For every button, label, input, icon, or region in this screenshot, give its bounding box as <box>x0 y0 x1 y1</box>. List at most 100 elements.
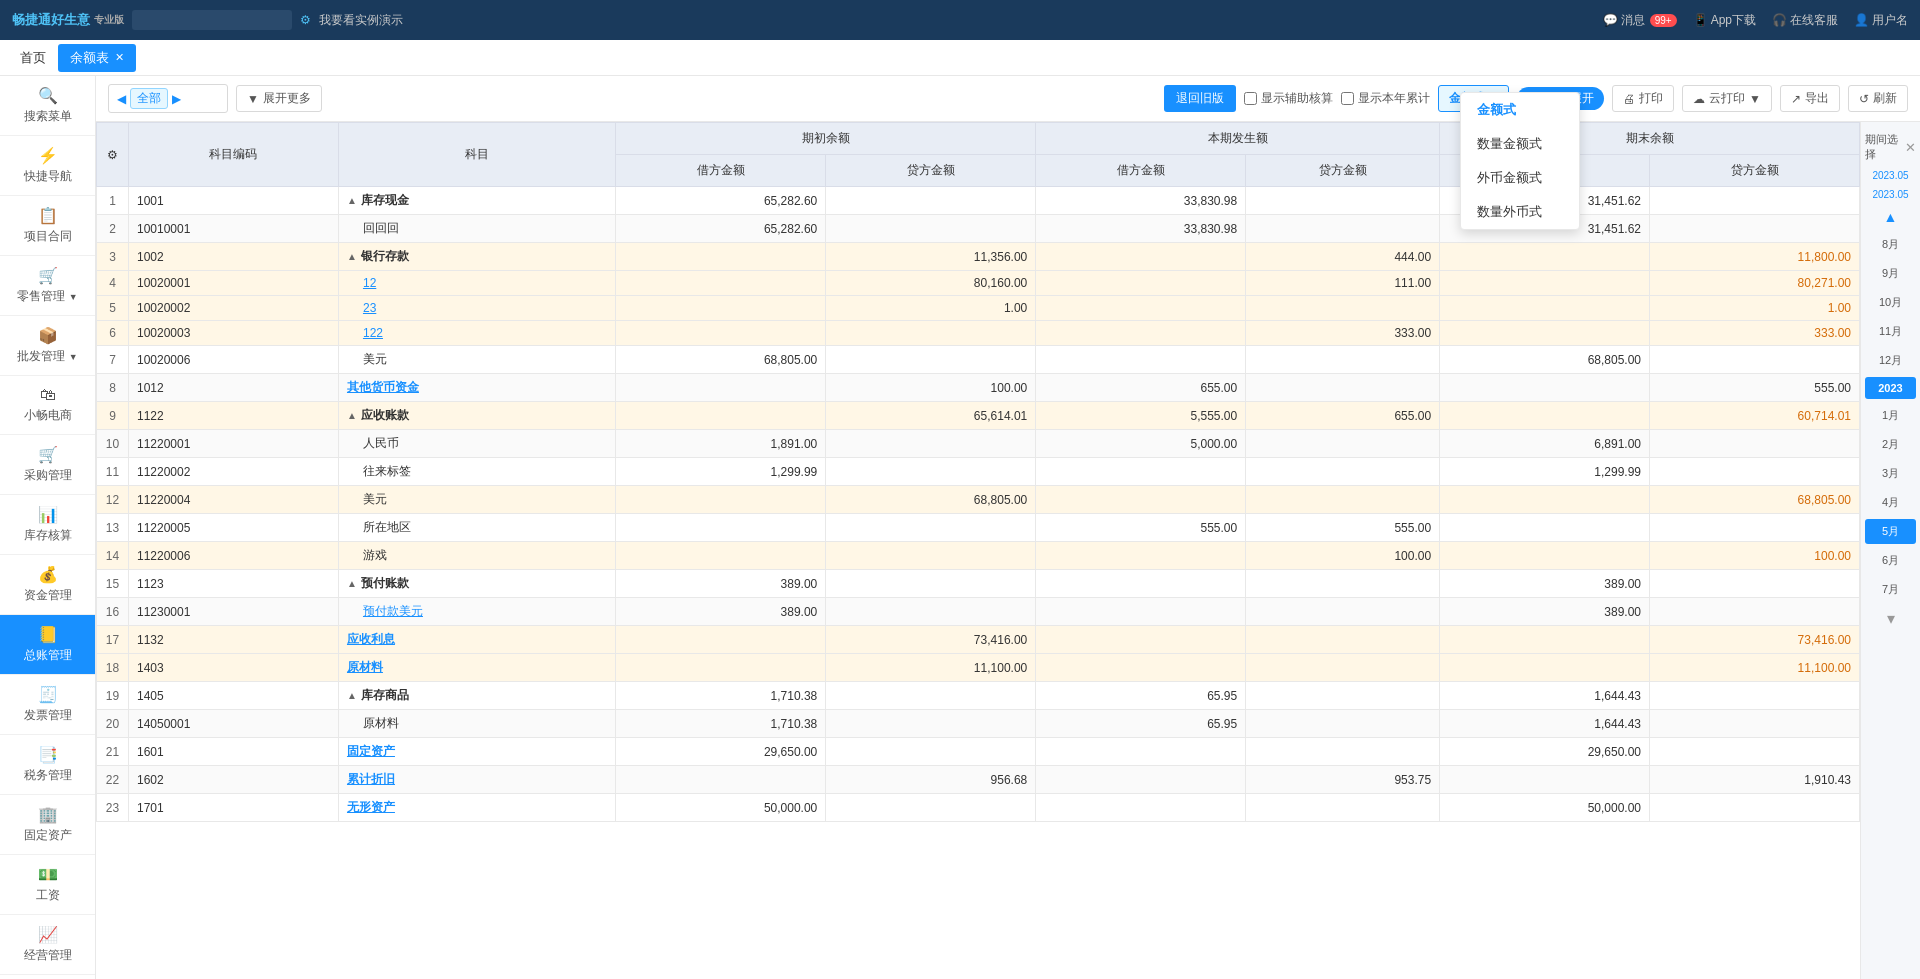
refresh-btn[interactable]: ↺ 刷新 <box>1848 85 1908 112</box>
row-period-debit: 555.00 <box>1036 514 1246 542</box>
row-account-name[interactable]: 其他货币资金 <box>338 374 615 402</box>
row-account-code: 11230001 <box>129 598 339 626</box>
period-jul[interactable]: 7月 <box>1865 577 1916 602</box>
row-opening-debit <box>616 626 826 654</box>
row-account-name[interactable]: 12 <box>338 271 615 296</box>
sidebar-item-expense[interactable]: 🧳 小畅报销 <box>0 975 95 979</box>
row-account-name[interactable]: 原材料 <box>338 654 615 682</box>
sidebar-item-ledger[interactable]: 📒 总账管理 <box>0 615 95 675</box>
period-up-arrow[interactable]: ▲ <box>1865 206 1916 228</box>
top-bar-search[interactable] <box>132 10 292 30</box>
ytd-checkbox[interactable] <box>1341 92 1354 105</box>
print-label: 打印 <box>1639 90 1663 107</box>
row-account-name[interactable]: 无形资产 <box>338 794 615 822</box>
online-service-btn[interactable]: 🎧 在线客服 <box>1772 12 1838 29</box>
period-sep[interactable]: 9月 <box>1865 261 1916 286</box>
sidebar-item-search[interactable]: 🔍 搜索菜单 <box>0 76 95 136</box>
sidebar-item-contract[interactable]: 📋 项目合同 <box>0 196 95 256</box>
content-area: ◀ 全部 ▶ ▼ 展开更多 退回旧版 显示辅助核算 显示本年累计 <box>96 76 1920 979</box>
sidebar-item-retail[interactable]: 🛒 零售管理 ▼ <box>0 256 95 316</box>
col-period-change: 本期发生额 <box>1036 123 1440 155</box>
demo-btn[interactable]: 我要看实例演示 <box>319 12 403 29</box>
row-account-code: 10020006 <box>129 346 339 374</box>
period-apr[interactable]: 4月 <box>1865 490 1916 515</box>
period-feb[interactable]: 2月 <box>1865 432 1916 457</box>
row-closing-credit <box>1650 514 1860 542</box>
filter-input[interactable]: ◀ 全部 ▶ <box>108 84 228 113</box>
period-may[interactable]: 5月 <box>1865 519 1916 544</box>
sidebar-item-payroll[interactable]: 💵 工资 <box>0 855 95 915</box>
close-panel-icon[interactable]: ✕ <box>1905 140 1916 155</box>
row-num: 5 <box>97 296 129 321</box>
sidebar-item-purchase[interactable]: 🛒 采购管理 <box>0 435 95 495</box>
cloud-print-btn[interactable]: ☁ 云打印 ▼ <box>1682 85 1772 112</box>
period-aug[interactable]: 8月 <box>1865 232 1916 257</box>
row-account-name[interactable]: 23 <box>338 296 615 321</box>
row-opening-credit <box>826 514 1036 542</box>
row-closing-debit <box>1440 374 1650 402</box>
row-opening-debit <box>616 271 826 296</box>
tab-balance-sheet[interactable]: 余额表 ✕ <box>58 44 136 72</box>
user-avatar[interactable]: 👤 用户名 <box>1854 12 1908 29</box>
row-account-name[interactable]: 122 <box>338 321 615 346</box>
row-opening-credit: 11,356.00 <box>826 243 1036 271</box>
row-closing-credit <box>1650 794 1860 822</box>
row-period-debit <box>1036 346 1246 374</box>
return-old-btn[interactable]: 退回旧版 <box>1164 85 1236 112</box>
period-mar[interactable]: 3月 <box>1865 461 1916 486</box>
format-option-foreign-amount[interactable]: 外币金额式 <box>1461 161 1579 195</box>
row-closing-credit <box>1650 187 1860 215</box>
sidebar-item-operations[interactable]: 📈 经营管理 <box>0 915 95 975</box>
sidebar-item-wholesale[interactable]: 📦 批发管理 ▼ <box>0 316 95 376</box>
row-closing-debit: 389.00 <box>1440 570 1650 598</box>
row-closing-credit: 11,800.00 <box>1650 243 1860 271</box>
export-btn[interactable]: ↗ 导出 <box>1780 85 1840 112</box>
row-period-debit <box>1036 296 1246 321</box>
format-option-qty-amount[interactable]: 数量金额式 <box>1461 127 1579 161</box>
period-down-arrow[interactable]: ▾ <box>1865 606 1916 631</box>
row-period-debit <box>1036 766 1246 794</box>
sidebar-item-inventory[interactable]: 📊 库存核算 <box>0 495 95 555</box>
sidebar-item-invoice[interactable]: 🧾 发票管理 <box>0 675 95 735</box>
period-nov[interactable]: 11月 <box>1865 319 1916 344</box>
row-account-name[interactable]: 应收利息 <box>338 626 615 654</box>
tab-home[interactable]: 首页 <box>8 44 58 72</box>
forward-arrow[interactable]: ▶ <box>172 92 181 106</box>
sidebar-item-assets[interactable]: 🏢 固定资产 <box>0 795 95 855</box>
show-ytd-check[interactable]: 显示本年累计 <box>1341 90 1430 107</box>
cloud-print-icon: ☁ <box>1693 92 1705 106</box>
row-account-name[interactable]: 预付款美元 <box>338 598 615 626</box>
sidebar-item-quicknav[interactable]: ⚡ 快捷导航 <box>0 136 95 196</box>
tab-close-icon[interactable]: ✕ <box>115 51 124 64</box>
sidebar-item-finance[interactable]: 💰 资金管理 <box>0 555 95 615</box>
period-jan[interactable]: 1月 <box>1865 403 1916 428</box>
row-opening-debit <box>616 654 826 682</box>
main-layout: 🔍 搜索菜单 ⚡ 快捷导航 📋 项目合同 🛒 零售管理 ▼ 📦 批发管理 ▼ 🛍… <box>0 76 1920 979</box>
message-label: 消息 <box>1621 12 1645 29</box>
row-period-credit: 953.75 <box>1246 766 1440 794</box>
row-period-credit <box>1246 710 1440 738</box>
period-oct[interactable]: 10月 <box>1865 290 1916 315</box>
format-option-amount[interactable]: 金额式 <box>1461 93 1579 127</box>
row-opening-debit: 50,000.00 <box>616 794 826 822</box>
period-dec[interactable]: 12月 <box>1865 348 1916 373</box>
row-account-name[interactable]: 累计折旧 <box>338 766 615 794</box>
user-icon: 👤 <box>1854 13 1869 27</box>
filter-tag-label: 全部 <box>137 90 161 107</box>
settings-icon[interactable]: ⚙ <box>300 13 311 27</box>
expand-btn[interactable]: ▼ 展开更多 <box>236 85 322 112</box>
print-btn[interactable]: 🖨 打印 <box>1612 85 1674 112</box>
subsidiary-checkbox[interactable] <box>1244 92 1257 105</box>
sidebar-item-ecommerce[interactable]: 🛍 小畅电商 <box>0 376 95 435</box>
message-btn[interactable]: 💬 消息 99+ <box>1603 12 1677 29</box>
sidebar-item-tax[interactable]: 📑 税务管理 <box>0 735 95 795</box>
col-settings[interactable]: ⚙ <box>97 123 129 187</box>
show-subsidiary-check[interactable]: 显示辅助核算 <box>1244 90 1333 107</box>
row-account-name[interactable]: 固定资产 <box>338 738 615 766</box>
back-arrow[interactable]: ◀ <box>117 92 126 106</box>
period-jun[interactable]: 6月 <box>1865 548 1916 573</box>
app-download-btn[interactable]: 📱 App下载 <box>1693 12 1756 29</box>
period-year-2023[interactable]: 2023 <box>1865 377 1916 399</box>
format-option-qty-foreign[interactable]: 数量外币式 <box>1461 195 1579 229</box>
sidebar-label-contract: 项目合同 <box>24 229 72 243</box>
